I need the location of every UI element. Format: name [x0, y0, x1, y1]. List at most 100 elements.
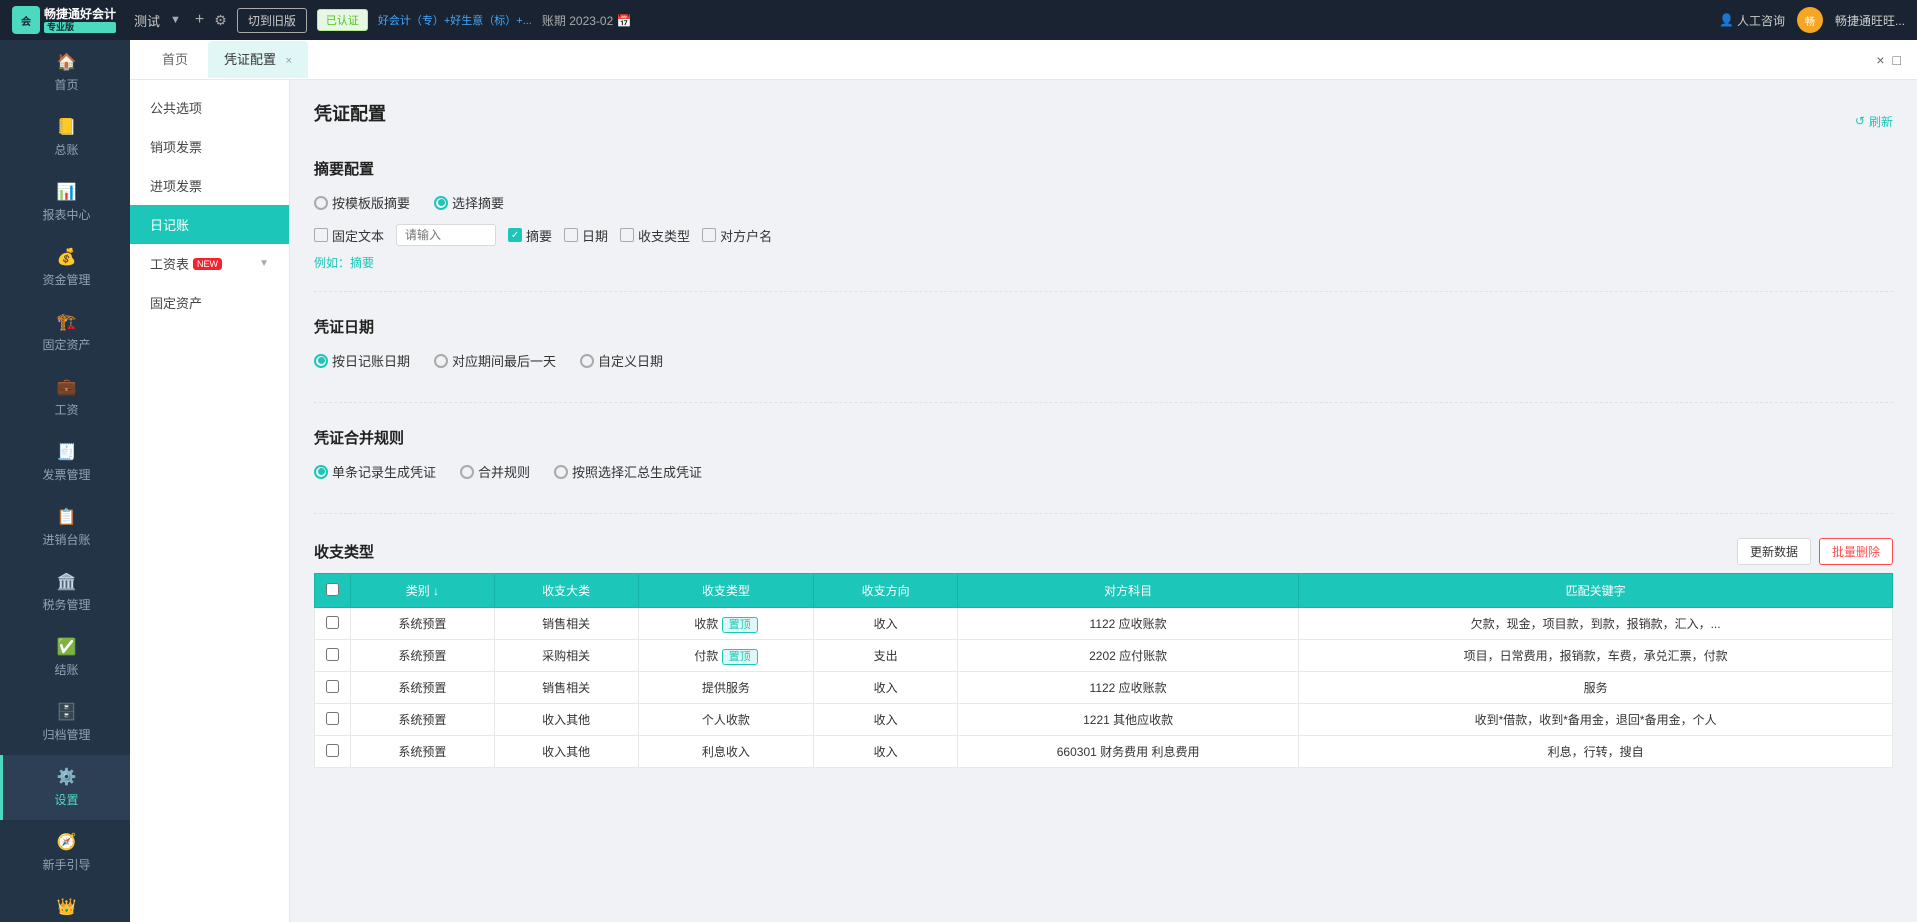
row-checkbox-cell[interactable]: [315, 736, 351, 768]
sidebar-item-salary[interactable]: 💼 工资: [0, 365, 130, 430]
tax-icon: 🏛️: [57, 572, 77, 592]
page-content: 公共选项 销项发票 进项发票 日记账 工资表 NEW ▼ 固定资产: [130, 80, 1917, 922]
tab-close-button[interactable]: ×: [286, 55, 292, 67]
row-checkbox[interactable]: [326, 712, 339, 725]
page-title: 凭证配置: [314, 100, 386, 126]
left-nav-salary-table[interactable]: 工资表 NEW ▼: [130, 244, 289, 283]
row-direction: 支出: [814, 640, 958, 672]
main-layout: 🏠 首页 📒 总账 📊 报表中心 💰 资金管理 🏗️ 固定资产 💼 工资 🧾 发…: [0, 40, 1917, 922]
radio-single-record[interactable]: 单条记录生成凭证: [314, 462, 436, 481]
radio-circle-summary: [554, 465, 568, 479]
row-checkbox[interactable]: [326, 680, 339, 693]
tab-home[interactable]: 首页: [146, 41, 204, 78]
sidebar-item-settings[interactable]: ⚙️ 设置: [0, 755, 130, 820]
row-major: 采购相关: [494, 640, 638, 672]
left-nav-journal[interactable]: 日记账: [130, 205, 289, 244]
sidebar: 🏠 首页 📒 总账 📊 报表中心 💰 资金管理 🏗️ 固定资产 💼 工资 🧾 发…: [0, 40, 130, 922]
sidebar-item-purchase[interactable]: 📋 进销台账: [0, 495, 130, 560]
radio-circle-template: [314, 196, 328, 210]
sidebar-item-guide[interactable]: 🧭 新手引导: [0, 820, 130, 885]
test-label: 测试: [134, 11, 160, 30]
row-checkbox-cell[interactable]: [315, 672, 351, 704]
left-nav-sales[interactable]: 销项发票: [130, 127, 289, 166]
fixed-text-checkbox[interactable]: 固定文本: [314, 226, 384, 245]
refresh-button[interactable]: ↺ 刷新: [1855, 113, 1893, 130]
row-category: 系统预置: [351, 608, 495, 640]
sidebar-item-tax[interactable]: 🏛️ 税务管理: [0, 560, 130, 625]
row-direction: 收入: [814, 608, 958, 640]
row-direction: 收入: [814, 704, 958, 736]
row-type: 个人收款: [638, 704, 814, 736]
close-window-button[interactable]: ×: [1876, 52, 1884, 68]
left-nav-purchase-inv[interactable]: 进项发票: [130, 166, 289, 205]
sidebar-item-label: 税务管理: [42, 596, 90, 613]
radio-merge-rule[interactable]: 合并规则: [460, 462, 530, 481]
merge-rules-radio-group: 单条记录生成凭证 合并规则 按照选择汇总生成凭证: [314, 462, 1893, 481]
type-tag[interactable]: 置顶: [722, 649, 758, 665]
type-tag[interactable]: 置顶: [722, 617, 758, 633]
sidebar-item-label: 固定资产: [42, 336, 90, 353]
refresh-icon: ↺: [1855, 114, 1865, 128]
left-nav: 公共选项 销项发票 进项发票 日记账 工资表 NEW ▼ 固定资产: [130, 80, 290, 922]
sidebar-item-invoice[interactable]: 🧾 发票管理: [0, 430, 130, 495]
left-nav-fixed-asset[interactable]: 固定资产: [130, 283, 289, 322]
summary-checkbox[interactable]: ✓ 摘要: [508, 226, 552, 245]
voucher-date-radio-group: 按日记账日期 对应期间最后一天 自定义日期: [314, 351, 1893, 370]
row-category: 系统预置: [351, 704, 495, 736]
th-checkbox[interactable]: [315, 574, 351, 608]
top-bar: 会 畅捷通好会计 专业版 测试 ▼ + ⚙ 切到旧版 已认证 好会计（专）+好生…: [0, 0, 1917, 40]
radio-circle-last-day: [434, 354, 448, 368]
sidebar-item-ledger[interactable]: 📒 总账: [0, 105, 130, 170]
dropdown-arrow[interactable]: ▼: [170, 14, 181, 26]
select-all-checkbox[interactable]: [326, 583, 339, 596]
pay-type-checkbox[interactable]: 收支类型: [620, 226, 690, 245]
radio-journal-date[interactable]: 按日记账日期: [314, 351, 410, 370]
payment-types-table: 类别 ↓ 收支大类 收支类型 收支方向 对方科目 匹配关键字 系统预置 销售相关…: [314, 573, 1893, 768]
sidebar-item-member[interactable]: 👑 畅会员: [0, 885, 130, 922]
radio-template-summary[interactable]: 按模板版摘要: [314, 193, 410, 212]
radio-custom-date[interactable]: 自定义日期: [580, 351, 663, 370]
row-checkbox-cell[interactable]: [315, 640, 351, 672]
sidebar-item-home[interactable]: 🏠 首页: [0, 40, 130, 105]
row-checkbox-cell[interactable]: [315, 704, 351, 736]
row-keywords: 项目，日常费用，报销款，车费，承兑汇票，付款: [1299, 640, 1893, 672]
sidebar-item-settle[interactable]: ✅ 结账: [0, 625, 130, 690]
row-checkbox[interactable]: [326, 648, 339, 661]
sidebar-item-report[interactable]: 📊 报表中心: [0, 170, 130, 235]
radio-last-day[interactable]: 对应期间最后一天: [434, 351, 556, 370]
row-checkbox[interactable]: [326, 744, 339, 757]
radio-summary-rule[interactable]: 按照选择汇总生成凭证: [554, 462, 702, 481]
fund-icon: 💰: [57, 247, 77, 267]
logo: 会 畅捷通好会计 专业版: [12, 6, 116, 34]
row-checkbox-cell[interactable]: [315, 608, 351, 640]
row-major: 销售相关: [494, 672, 638, 704]
row-checkbox[interactable]: [326, 616, 339, 629]
payment-types-section: 收支类型 更新数据 批量删除 类别 ↓: [314, 538, 1893, 788]
update-data-button[interactable]: 更新数据: [1737, 538, 1811, 565]
support-label[interactable]: 👤 人工咨询: [1719, 12, 1785, 29]
row-subject: 660301 财务费用 利息费用: [958, 736, 1299, 768]
batch-delete-button[interactable]: 批量删除: [1819, 538, 1893, 565]
settings-icon[interactable]: ⚙: [214, 12, 227, 29]
counterpart-checkbox[interactable]: 对方户名: [702, 226, 772, 245]
table-row: 系统预置 收入其他 个人收款 收入 1221 其他应收款 收到*借款，收到*备用…: [315, 704, 1893, 736]
date-checkbox[interactable]: 日期: [564, 226, 608, 245]
switch-version-button[interactable]: 切到旧版: [237, 8, 307, 33]
row-direction: 收入: [814, 736, 958, 768]
radio-select-summary[interactable]: 选择摘要: [434, 193, 504, 212]
maximize-window-button[interactable]: □: [1893, 52, 1901, 68]
add-icon[interactable]: +: [195, 11, 204, 29]
summary-config-section: 摘要配置 按模板版摘要 选择摘要: [314, 158, 1893, 292]
tab-config[interactable]: 凭证配置 ×: [208, 41, 308, 78]
sidebar-item-label: 归档管理: [42, 726, 90, 743]
table-row: 系统预置 收入其他 利息收入 收入 660301 财务费用 利息费用 利息，行转…: [315, 736, 1893, 768]
sidebar-item-archive[interactable]: 🗄️ 归档管理: [0, 690, 130, 755]
radio-circle-merge: [460, 465, 474, 479]
sidebar-item-fund[interactable]: 💰 资金管理: [0, 235, 130, 300]
fixed-text-input[interactable]: [396, 224, 496, 246]
row-type: 提供服务: [638, 672, 814, 704]
settings-gear-icon: ⚙️: [57, 767, 77, 787]
left-nav-public[interactable]: 公共选项: [130, 88, 289, 127]
table-row: 系统预置 销售相关 提供服务 收入 1122 应收账款 服务: [315, 672, 1893, 704]
sidebar-item-asset[interactable]: 🏗️ 固定资产: [0, 300, 130, 365]
